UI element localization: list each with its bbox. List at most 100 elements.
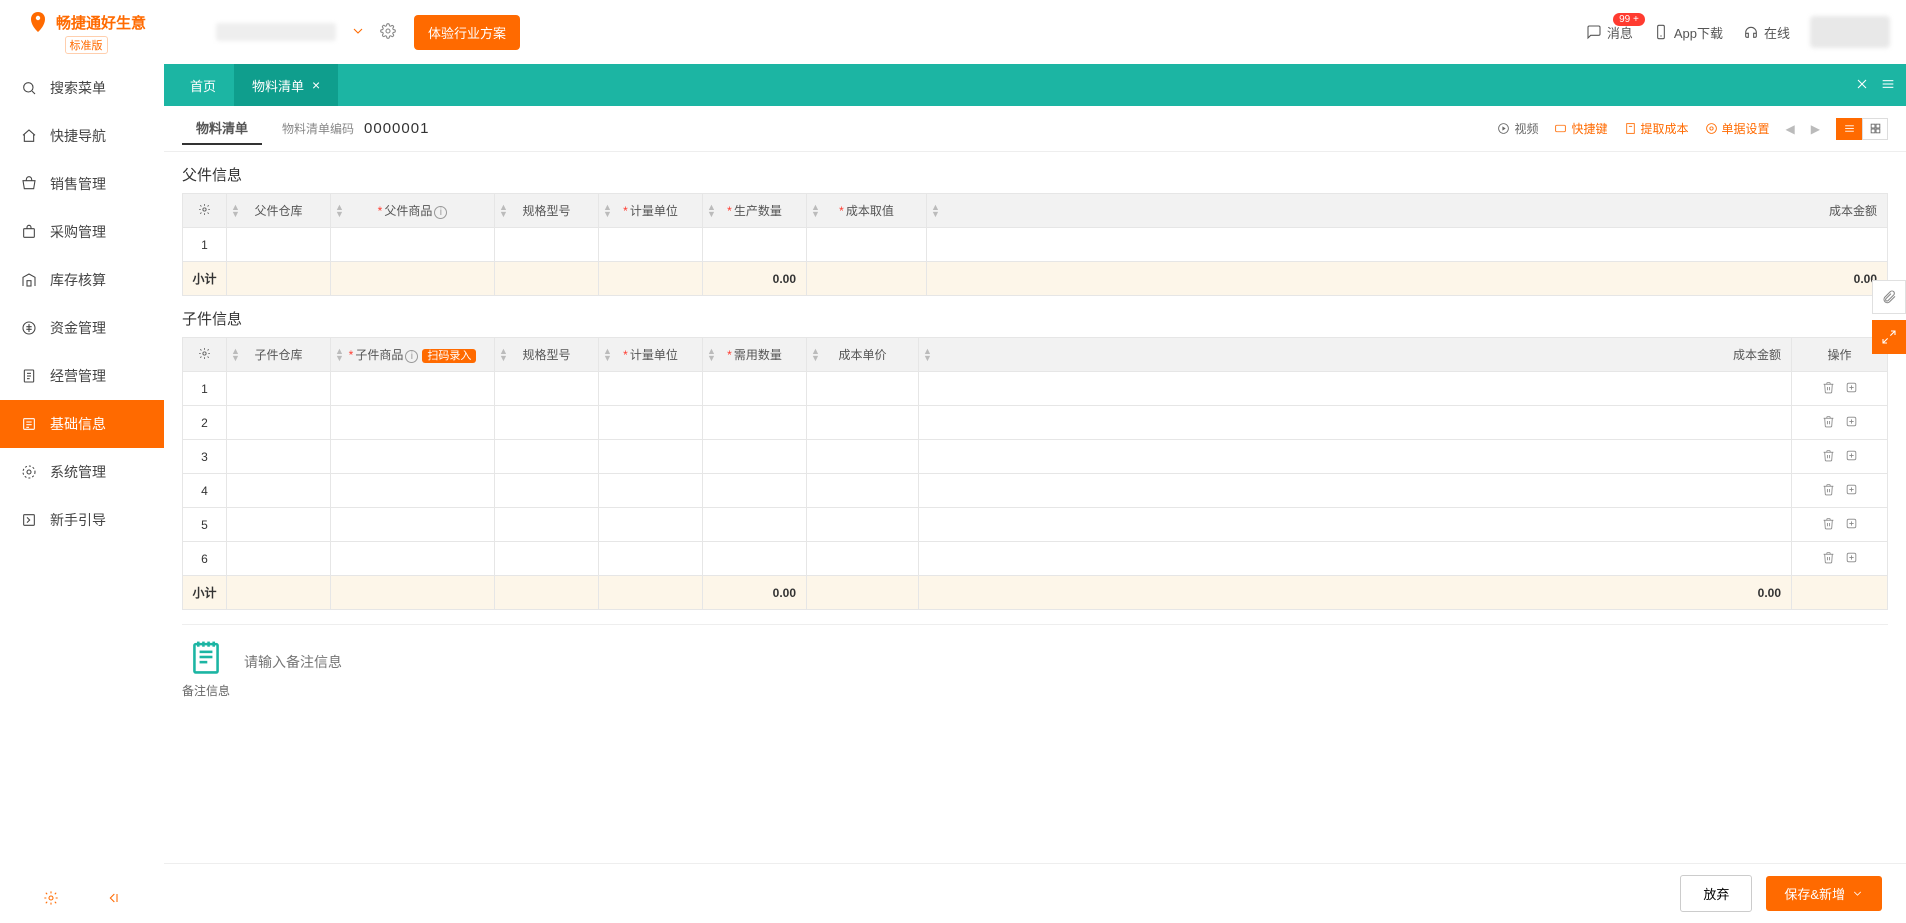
col-unit[interactable]: ▲▼*计量单位: [599, 194, 703, 228]
online-support-button[interactable]: 在线: [1743, 23, 1790, 42]
table-row[interactable]: 1: [183, 228, 1888, 262]
col-unit-cost[interactable]: ▲▼成本单价: [807, 338, 919, 372]
add-row-icon[interactable]: [1845, 551, 1858, 567]
table-row[interactable]: 3: [183, 440, 1888, 474]
add-row-icon[interactable]: [1845, 449, 1858, 465]
user-avatar-blur[interactable]: [1810, 16, 1890, 48]
top-header: 畅捷通好生意 标准版 体验行业方案 消息 99 + App下载 在线: [0, 0, 1906, 64]
col-child-product[interactable]: ▲▼*子件商品i扫码录入: [331, 338, 495, 372]
app-download-button[interactable]: App下载: [1653, 23, 1723, 42]
messages-button[interactable]: 消息 99 +: [1586, 23, 1633, 42]
info-icon[interactable]: i: [405, 350, 418, 363]
tab-label: 首页: [190, 76, 216, 95]
finance-icon: [20, 319, 38, 337]
gear-icon[interactable]: [380, 23, 396, 42]
sidebar-item-search[interactable]: 搜索菜单: [0, 64, 164, 112]
inventory-icon: [20, 271, 38, 289]
add-row-icon[interactable]: [1845, 415, 1858, 431]
scan-tag[interactable]: 扫码录入: [422, 349, 476, 363]
delete-row-icon[interactable]: [1822, 449, 1835, 465]
save-new-button[interactable]: 保存&新增: [1766, 876, 1882, 911]
row-num: 1: [183, 372, 227, 406]
sidebar-item-operation[interactable]: 经营管理: [0, 352, 164, 400]
sidebar-item-label: 销售管理: [50, 174, 106, 194]
view-list-icon[interactable]: [1836, 118, 1862, 140]
expand-button[interactable]: [1872, 320, 1906, 354]
doc-tab-bom[interactable]: 物料清单: [182, 112, 262, 145]
sidebar-item-inventory[interactable]: 库存核算: [0, 256, 164, 304]
promo-button[interactable]: 体验行业方案: [414, 15, 520, 50]
table-row[interactable]: 1: [183, 372, 1888, 406]
attachment-button[interactable]: [1872, 280, 1906, 314]
col-need-qty[interactable]: ▲▼*需用数量: [703, 338, 807, 372]
child-section-title: 子件信息: [164, 296, 1906, 337]
footer-bar: 放弃 保存&新增: [164, 863, 1906, 923]
org-selector[interactable]: [216, 23, 414, 42]
tool-shortcut[interactable]: 快捷键: [1554, 120, 1607, 137]
sidebar-item-finance[interactable]: 资金管理: [0, 304, 164, 352]
row-num: 6: [183, 542, 227, 576]
col-cost-amount[interactable]: ▲▼成本金额: [927, 194, 1888, 228]
col-unit[interactable]: ▲▼*计量单位: [599, 338, 703, 372]
sidebar-item-label: 新手引导: [50, 510, 106, 530]
col-gear[interactable]: [183, 338, 227, 372]
sidebar-item-system[interactable]: 系统管理: [0, 448, 164, 496]
col-parent-product[interactable]: ▲▼*父件商品i: [331, 194, 495, 228]
col-spec[interactable]: ▲▼规格型号: [495, 194, 599, 228]
tabbar-close-all[interactable]: [1854, 76, 1870, 95]
tool-doc-setting[interactable]: 单据设置: [1705, 120, 1770, 137]
tab-bom[interactable]: 物料清单 ×: [234, 64, 338, 106]
delete-row-icon[interactable]: [1822, 551, 1835, 567]
add-row-icon[interactable]: [1845, 381, 1858, 397]
add-row-icon[interactable]: [1845, 517, 1858, 533]
info-icon[interactable]: i: [434, 206, 447, 219]
sidebar-item-guide[interactable]: 新手引导: [0, 496, 164, 544]
sidebar-item-sales[interactable]: 销售管理: [0, 160, 164, 208]
sidebar-item-purchase[interactable]: 采购管理: [0, 208, 164, 256]
sidebar-collapse-icon[interactable]: [105, 890, 121, 909]
table-row[interactable]: 6: [183, 542, 1888, 576]
delete-row-icon[interactable]: [1822, 483, 1835, 499]
delete-row-icon[interactable]: [1822, 517, 1835, 533]
delete-row-icon[interactable]: [1822, 415, 1835, 431]
col-cost-amount[interactable]: ▲▼成本金额: [919, 338, 1792, 372]
gear-icon: [198, 347, 211, 360]
phone-icon: [1653, 24, 1669, 40]
tool-video[interactable]: 视频: [1497, 120, 1538, 137]
close-icon[interactable]: ×: [312, 77, 320, 93]
col-cost-basis[interactable]: ▲▼*成本取值: [807, 194, 927, 228]
brand-name: 畅捷通好生意: [56, 12, 146, 33]
col-child-warehouse[interactable]: ▲▼子件仓库: [227, 338, 331, 372]
document-header: 物料清单 物料清单编码 0000001 视频 快捷键 提取成本 单据设置 ◀ ▶: [164, 106, 1906, 152]
chevron-down-icon: [1851, 887, 1864, 900]
tab-home[interactable]: 首页: [172, 64, 234, 106]
add-row-icon[interactable]: [1845, 483, 1858, 499]
paperclip-icon: [1881, 289, 1897, 305]
col-gear[interactable]: [183, 194, 227, 228]
tool-extract-cost[interactable]: 提取成本: [1624, 120, 1689, 137]
online-label: 在线: [1764, 23, 1790, 42]
remark-input[interactable]: [244, 639, 1888, 685]
nav-prev-icon[interactable]: ◀: [1786, 122, 1795, 136]
tabbar-more[interactable]: [1880, 76, 1896, 95]
col-spec[interactable]: ▲▼规格型号: [495, 338, 599, 372]
sidebar-item-basedata[interactable]: 基础信息: [0, 400, 164, 448]
search-icon: [20, 79, 38, 97]
home-icon: [20, 127, 38, 145]
sidebar-item-label: 基础信息: [50, 414, 106, 434]
sidebar-item-quicknav[interactable]: 快捷导航: [0, 112, 164, 160]
discard-button[interactable]: 放弃: [1680, 875, 1752, 912]
brand-logo-icon: [26, 10, 50, 34]
system-icon: [20, 463, 38, 481]
table-row[interactable]: 4: [183, 474, 1888, 508]
table-row[interactable]: 2: [183, 406, 1888, 440]
nav-next-icon[interactable]: ▶: [1811, 122, 1820, 136]
col-parent-warehouse[interactable]: ▲▼父件仓库: [227, 194, 331, 228]
remark-label: 备注信息: [182, 682, 230, 699]
view-grid-icon[interactable]: [1862, 118, 1888, 140]
doc-code-label: 物料清单编码: [282, 120, 354, 137]
delete-row-icon[interactable]: [1822, 381, 1835, 397]
sidebar-settings-icon[interactable]: [43, 890, 59, 909]
col-qty[interactable]: ▲▼*生产数量: [703, 194, 807, 228]
table-row[interactable]: 5: [183, 508, 1888, 542]
